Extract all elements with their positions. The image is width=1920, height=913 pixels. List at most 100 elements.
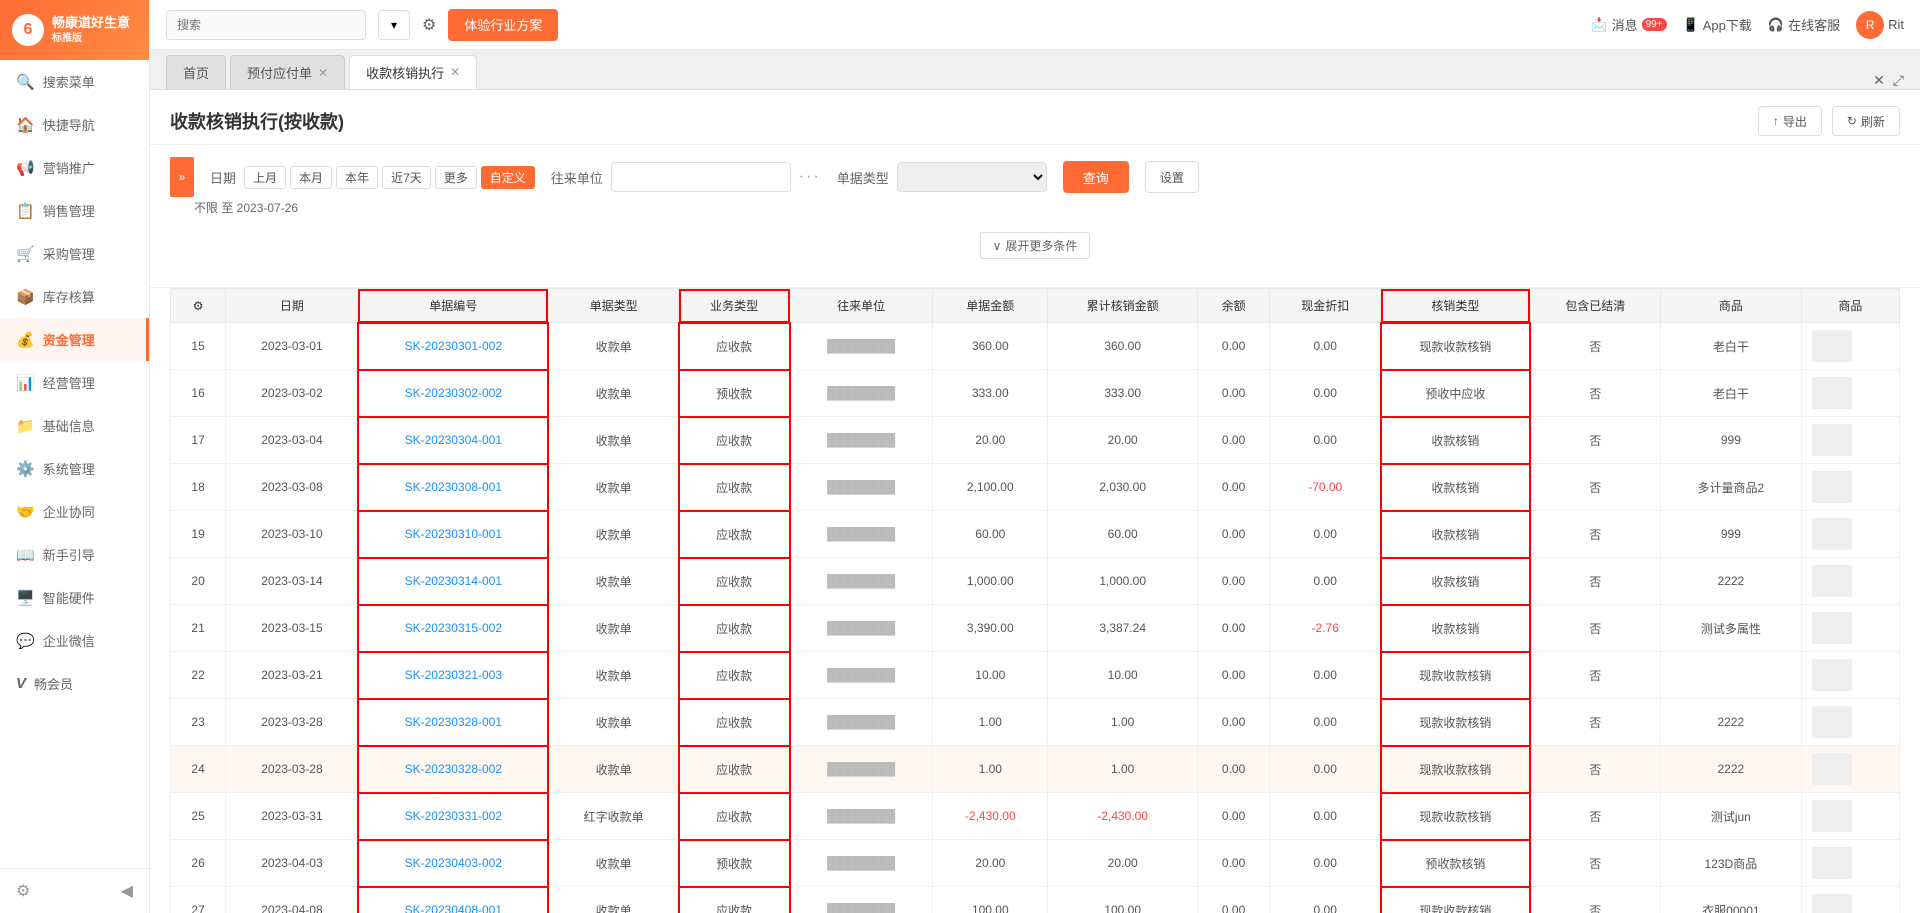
date-btn-last-month[interactable]: 上月 [244,166,286,189]
tab-receipt-exec-close[interactable]: ✕ [450,65,460,79]
date-btn-more[interactable]: 更多 [435,166,477,189]
filter-bar: » 日期 上月 本月 本年 近7天 更多 自定义 往来单位 [150,145,1920,288]
sidebar-item-quick-nav[interactable]: 🏠 快捷导航 [0,103,149,146]
headset-icon: 🎧 [1768,17,1784,33]
query-btn[interactable]: 查询 [1063,161,1129,193]
sidebar-item-system[interactable]: ⚙️ 系统管理 [0,447,149,490]
tab-home[interactable]: 首页 [166,55,226,89]
sidebar-item-finance[interactable]: 💰 资金管理 [0,318,149,361]
topbar-search-input[interactable] [166,10,366,40]
bill-type-select[interactable] [897,162,1047,192]
col-bill-type: 单据类型 [548,289,678,323]
sidebar-toggle-btn[interactable]: » [170,157,194,197]
online-service-btn[interactable]: 🎧 在线客服 [1768,15,1840,34]
sidebar-item-enterprise[interactable]: 🤝 企业协同 [0,490,149,533]
hardware-icon: 🖥️ [16,589,35,607]
sidebar-item-purchase[interactable]: 🛒 采购管理 [0,232,149,275]
bill-no-link[interactable]: SK-20230315-002 [405,621,502,635]
tab-prepay-close[interactable]: ✕ [318,66,328,80]
cell-cash-discount: 0.00 [1270,652,1381,699]
sidebar-item-guide[interactable]: 📖 新手引导 [0,533,149,576]
tab-prepay[interactable]: 预付应付单 ✕ [230,55,345,89]
sidebar-item-hardware[interactable]: 🖥️ 智能硬件 [0,576,149,619]
filter-partner-item: 往来单位 ··· [551,162,821,192]
cell-goods2 [1801,370,1899,417]
date-btn-7days[interactable]: 近7天 [382,166,431,189]
col-cancel-type: 核销类型 [1381,289,1531,323]
bill-no-link[interactable]: SK-20230321-003 [405,668,502,682]
solution-button[interactable]: 体验行业方案 [448,9,558,41]
cell-include-settled: 否 [1530,370,1660,417]
user-info[interactable]: R Rit [1856,11,1904,39]
cell-amount: 1,000.00 [933,558,1048,605]
collapse-icon[interactable]: ◀ [121,881,133,901]
bill-no-link[interactable]: SK-20230314-001 [405,574,502,588]
cell-amount: 20.00 [933,417,1048,464]
sidebar-item-search[interactable]: 🔍 搜索菜单 [0,60,149,103]
cell-balance: 0.00 [1197,793,1269,840]
table-settings-icon[interactable]: ⚙ [193,299,204,313]
table-row: 15 2023-03-01 SK-20230301-002 收款单 应收款 ██… [171,323,1900,370]
date-btn-custom[interactable]: 自定义 [481,166,535,189]
cell-cancel-amount: 1,000.00 [1048,558,1198,605]
app-download-btn[interactable]: 📱 App下载 [1683,15,1752,34]
cell-goods: 老白干 [1660,323,1801,370]
cell-goods: 999 [1660,417,1801,464]
cell-cancel-amount: 3,387.24 [1048,605,1198,652]
cell-include-settled: 否 [1530,840,1660,887]
refresh-btn[interactable]: ↻ 刷新 [1832,106,1900,136]
col-amount: 单据金额 [933,289,1048,323]
cell-cancel-amount: 10.00 [1048,652,1198,699]
bill-no-link[interactable]: SK-20230304-001 [405,433,502,447]
date-btn-this-month[interactable]: 本月 [290,166,332,189]
col-gear[interactable]: ⚙ [171,289,226,323]
bill-no-link[interactable]: SK-20230408-001 [405,903,502,913]
cell-bill-type: 收款单 [548,323,678,370]
close-all-tabs-btn[interactable]: ✕ [1873,72,1885,89]
topbar-dropdown-btn[interactable]: ▾ [378,10,410,40]
sidebar-item-wechat[interactable]: 💬 企业微信 [0,619,149,662]
cell-bill-type: 收款单 [548,370,678,417]
cell-goods: 123D商品 [1660,840,1801,887]
settings-footer-icon[interactable]: ⚙ [16,881,30,901]
bill-no-link[interactable]: SK-20230301-002 [405,339,502,353]
date-btn-this-year[interactable]: 本年 [336,166,378,189]
sidebar-item-basic[interactable]: 📁 基础信息 [0,404,149,447]
table-row: 19 2023-03-10 SK-20230310-001 收款单 应收款 ██… [171,511,1900,558]
cell-cancel-type: 现款收款核销 [1381,323,1531,370]
partner-input[interactable] [611,162,791,192]
sidebar-item-operations[interactable]: 📊 经营管理 [0,361,149,404]
sidebar-item-marketing[interactable]: 📢 营销推广 [0,146,149,189]
expand-conditions-btn[interactable]: ∨ 展开更多条件 [980,232,1091,259]
bill-no-link[interactable]: SK-20230403-002 [405,856,502,870]
export-btn[interactable]: ↑ 导出 [1758,106,1822,136]
purchase-icon: 🛒 [16,245,35,263]
cell-goods: 测试多属性 [1660,605,1801,652]
bill-no-link[interactable]: SK-20230310-001 [405,527,502,541]
topbar-right: 📩 消息 99+ 📱 App下载 🎧 在线客服 R Rit [1591,11,1904,39]
topbar-gear-icon[interactable]: ⚙ [422,15,436,35]
cell-amount: 2,100.00 [933,464,1048,511]
bill-no-link[interactable]: SK-20230331-002 [405,809,502,823]
cell-cancel-amount: 2,030.00 [1048,464,1198,511]
tab-receipt-exec[interactable]: 收款核销执行 ✕ [349,55,477,89]
bill-no-link[interactable]: SK-20230328-002 [405,762,502,776]
cell-include-settled: 否 [1530,793,1660,840]
bill-no-link[interactable]: SK-20230308-001 [405,480,502,494]
cell-partner: ████████ [790,605,933,652]
cell-cash-discount: 0.00 [1270,323,1381,370]
bill-no-link[interactable]: SK-20230302-002 [405,386,502,400]
cell-bill-no: SK-20230408-001 [358,887,548,913]
notifications-btn[interactable]: 📩 消息 99+ [1591,15,1666,34]
bill-no-link[interactable]: SK-20230328-001 [405,715,502,729]
cell-no: 24 [171,746,226,793]
notification-icon: 📩 [1591,17,1607,33]
sidebar-item-inventory[interactable]: 📦 库存核算 [0,275,149,318]
sidebar-item-member[interactable]: V 畅会员 [0,662,149,705]
enterprise-icon: 🤝 [16,503,35,521]
cell-balance: 0.00 [1197,370,1269,417]
sidebar-item-sales[interactable]: 📋 销售管理 [0,189,149,232]
cell-biz-type: 应收款 [679,793,790,840]
expand-window-btn[interactable]: ⤢ [1893,72,1904,89]
setting-btn[interactable]: 设置 [1145,161,1199,193]
